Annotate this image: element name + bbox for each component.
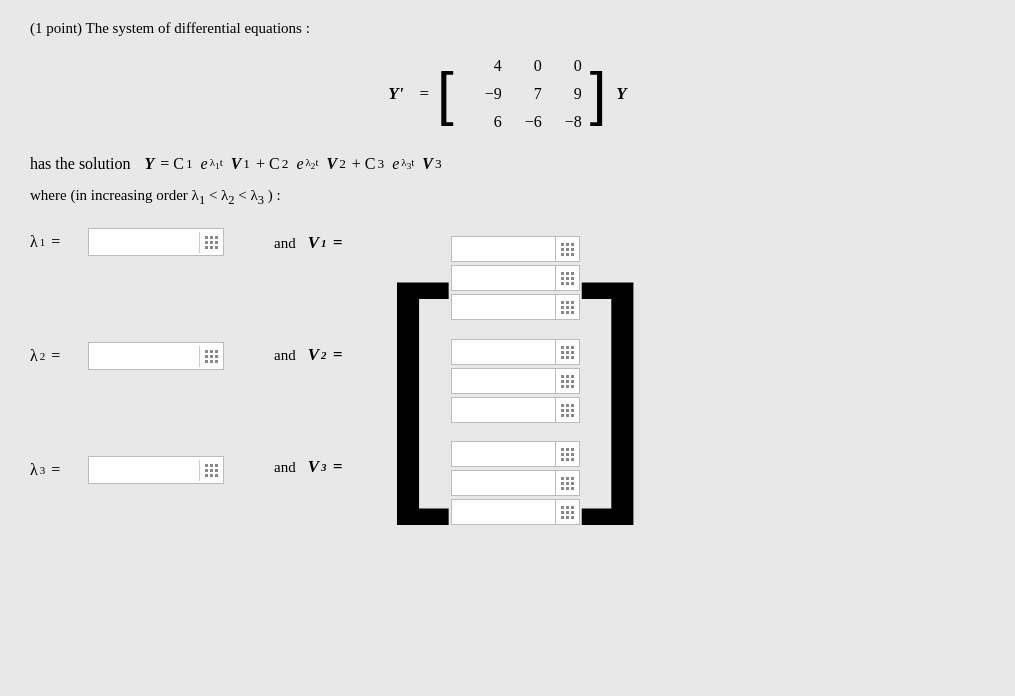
lambda3-row: λ3 = (30, 456, 232, 484)
v2-icon3[interactable] (556, 397, 580, 423)
v2-inputs (451, 339, 580, 431)
cell-0-1: 0 (522, 57, 542, 75)
v3-input2[interactable] (451, 470, 556, 496)
v2-row3 (451, 397, 580, 423)
cell-1-2: 9 (562, 85, 582, 103)
v3-row2 (451, 470, 580, 496)
v3-icon3[interactable] (556, 499, 580, 525)
v3-row3 (451, 499, 580, 525)
lambda2-row: λ2 = (30, 342, 232, 370)
and1-label: and (274, 235, 296, 252)
middle-section: and V1 = and V2 = and V3 = (262, 230, 348, 480)
lambda1-input[interactable] (89, 229, 199, 255)
v1-inputs (451, 236, 580, 329)
v3-row1 (451, 441, 580, 467)
and3-label: and (274, 459, 296, 476)
y-prime-label: Y' (388, 84, 403, 104)
cell-2-2: −8 (562, 113, 582, 131)
y-label: Y (616, 84, 626, 104)
all-vector-inputs (451, 228, 580, 533)
v3-icon2[interactable] (556, 470, 580, 496)
lambda1-row: λ1 = (30, 228, 232, 256)
lambda3-grid-icon[interactable] (199, 460, 223, 481)
main-layout: λ1 = λ2 = (30, 228, 985, 533)
lambda2-grid-icon[interactable] (199, 346, 223, 367)
v2-row1 (451, 339, 580, 365)
v2-input3[interactable] (451, 397, 556, 423)
lambda2-input-group[interactable] (88, 342, 224, 370)
bracket-left: [ (437, 64, 454, 124)
matrix-bracket-wrap: [ 4 0 0 −9 7 9 6 −6 −8 ] (437, 51, 606, 137)
matrix-grid: 4 0 0 −9 7 9 6 −6 −8 (454, 51, 590, 137)
cell-2-0: 6 (482, 113, 502, 131)
cell-0-2: 0 (562, 57, 582, 75)
v1-icon1[interactable] (556, 236, 580, 262)
v1-icon2[interactable] (556, 265, 580, 291)
v2-row2 (451, 368, 580, 394)
v3-inputs (451, 441, 580, 525)
bracket-right: ] (590, 64, 607, 124)
cell-1-1: 7 (522, 85, 542, 103)
left-section: λ1 = λ2 = (30, 228, 232, 502)
problem-title: (1 point) The system of differential equ… (30, 20, 985, 37)
cell-0-0: 4 (482, 57, 502, 75)
v2-label: V2 = (308, 345, 343, 365)
lambda1-input-group[interactable] (88, 228, 224, 256)
v2-input1[interactable] (451, 339, 556, 365)
cell-1-0: −9 (482, 85, 502, 103)
matrix-section: Y' = [ 4 0 0 −9 7 9 6 −6 −8 ] Y (30, 51, 985, 137)
v1-label: V1 = (308, 233, 343, 253)
has-solution-text: has the solution (30, 155, 130, 173)
v1-input1[interactable] (451, 236, 556, 262)
lambda3-input-group[interactable] (88, 456, 224, 484)
right-section: [ (378, 228, 652, 533)
and2-label: and (274, 347, 296, 364)
lambda3-input[interactable] (89, 457, 199, 483)
v3-input1[interactable] (451, 441, 556, 467)
v2-input2[interactable] (451, 368, 556, 394)
cell-2-1: −6 (522, 113, 542, 131)
v3-icon1[interactable] (556, 441, 580, 467)
equals-sign: = (419, 84, 429, 104)
lambda1-label: λ1 = (30, 233, 80, 251)
lambda3-label: λ3 = (30, 461, 80, 479)
lambda2-input[interactable] (89, 343, 199, 369)
v3-label: V3 = (308, 457, 343, 477)
v1-row2 (451, 265, 580, 291)
v1-input3[interactable] (451, 294, 556, 320)
solution-line: has the solution Y = C1 eλ1t V1 + C2 eλ2… (30, 155, 985, 173)
where-line: where (in increasing order λ1 < λ2 < λ3 … (30, 187, 985, 208)
v1-row1 (451, 236, 580, 262)
v2-icon2[interactable] (556, 368, 580, 394)
v2-icon1[interactable] (556, 339, 580, 365)
big-bracket-right: ] (580, 228, 652, 533)
v1-input2[interactable] (451, 265, 556, 291)
big-bracket-left: [ (378, 228, 450, 533)
lambda2-label: λ2 = (30, 347, 80, 365)
lambda1-grid-icon[interactable] (199, 232, 223, 253)
v1-row3 (451, 294, 580, 320)
v3-input3[interactable] (451, 499, 556, 525)
v1-icon3[interactable] (556, 294, 580, 320)
